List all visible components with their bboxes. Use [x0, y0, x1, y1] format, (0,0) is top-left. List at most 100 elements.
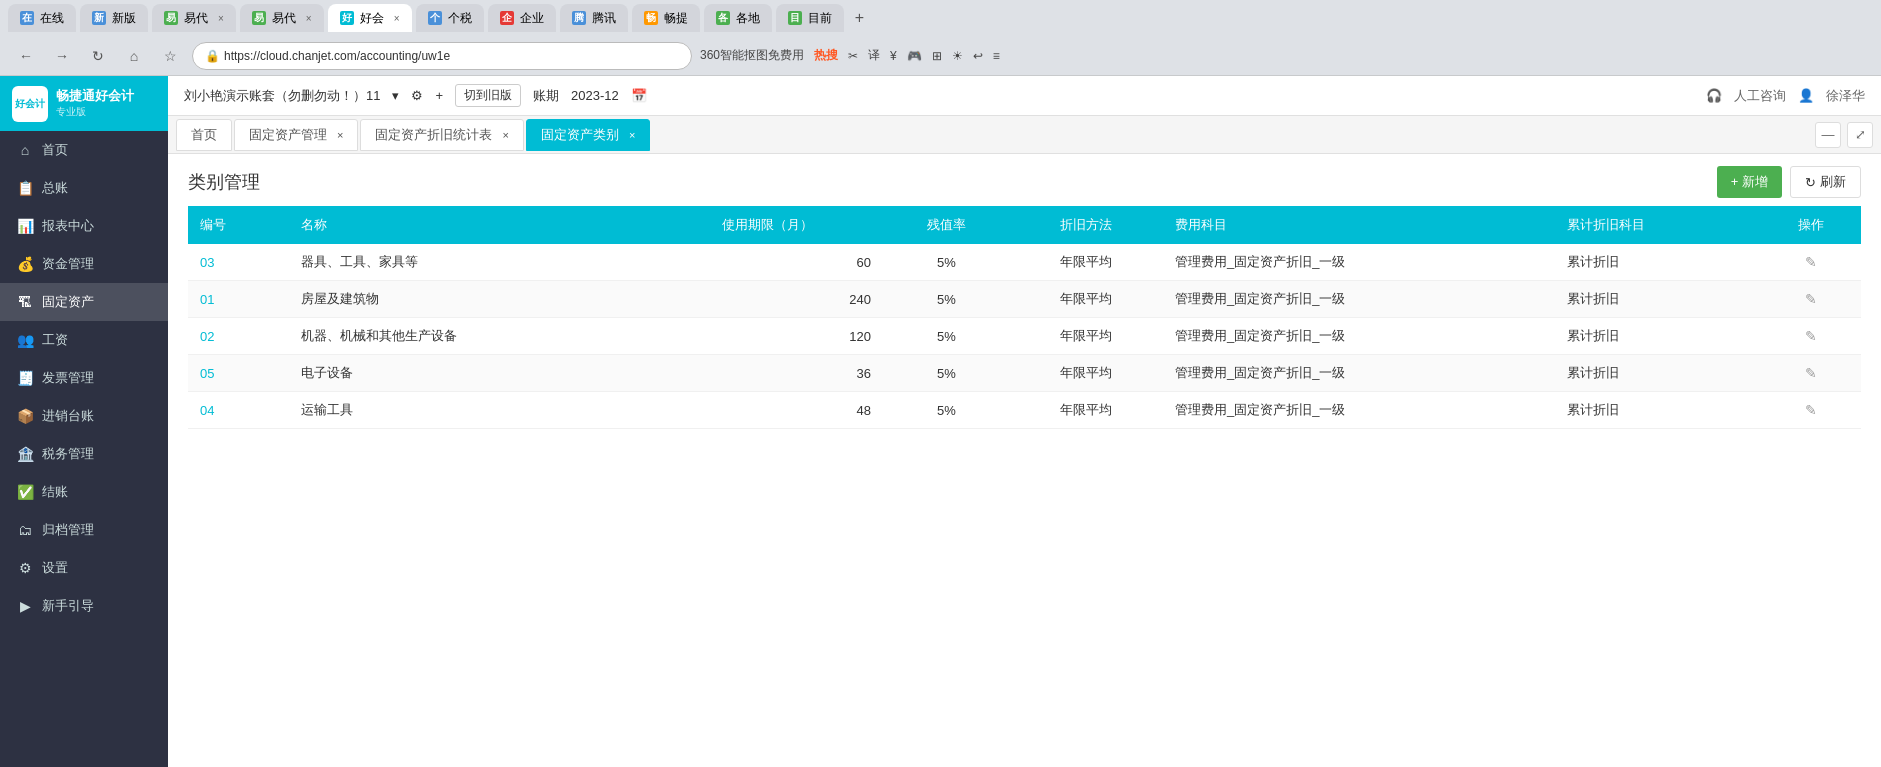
- sidebar-item-reports[interactable]: 📊 报表中心: [0, 207, 168, 245]
- undo-icon[interactable]: ↩: [973, 49, 983, 63]
- back-button[interactable]: ←: [12, 42, 40, 70]
- sidebar-item-guide[interactable]: ▶ 新手引导: [0, 587, 168, 625]
- menu-icon[interactable]: ≡: [993, 49, 1000, 63]
- code-link-4[interactable]: 04: [200, 403, 214, 418]
- grid-icon[interactable]: ⊞: [932, 49, 942, 63]
- browser-tab-yidai2[interactable]: 易 易代 ×: [240, 4, 324, 32]
- tab-fixed-assets-category[interactable]: 固定资产类别 ×: [526, 119, 650, 151]
- cell-code-2: 02: [188, 318, 289, 355]
- th-period: 使用期限（月）: [651, 206, 883, 244]
- cell-method-3: 年限平均: [1010, 355, 1163, 392]
- cell-period-2: 120: [651, 318, 883, 355]
- cell-residual-3: 5%: [883, 355, 1010, 392]
- maximize-window-button[interactable]: ⤢: [1847, 122, 1873, 148]
- sidebar-label-archive: 归档管理: [42, 521, 94, 539]
- game-icon[interactable]: 🎮: [907, 49, 922, 63]
- th-operation: 操作: [1760, 206, 1861, 244]
- tab-depreciation-report[interactable]: 固定资产折旧统计表 ×: [360, 119, 523, 151]
- customer-service-label[interactable]: 人工咨询: [1734, 87, 1786, 105]
- tab-nav-actions: — ⤢: [1815, 122, 1873, 148]
- address-bar-actions: 360智能抠图免费用 热搜 ✂ 译 ¥ 🎮 ⊞ ☀ ↩ ≡: [700, 47, 1000, 64]
- browser-tab-muqian[interactable]: 目 目前: [776, 4, 844, 32]
- translate-icon[interactable]: 译: [868, 47, 880, 64]
- sidebar-item-checkout[interactable]: ✅ 结账: [0, 473, 168, 511]
- edit-button-4[interactable]: ✎: [1805, 402, 1817, 418]
- cell-accumulated-1: 累计折旧: [1555, 281, 1760, 318]
- edit-button-2[interactable]: ✎: [1805, 328, 1817, 344]
- tab-close-fixed-assets-category[interactable]: ×: [629, 129, 635, 141]
- tab-close-haohui[interactable]: ×: [394, 13, 400, 24]
- minimize-window-button[interactable]: —: [1815, 122, 1841, 148]
- main-content: 刘小艳演示账套（勿删勿动！）11 ▾ ⚙ + 切到旧版 账期 2023-12 📅…: [168, 76, 1881, 767]
- code-link-1[interactable]: 01: [200, 292, 214, 307]
- dropdown-icon[interactable]: ▾: [392, 88, 399, 103]
- tab-close-depreciation-report[interactable]: ×: [502, 129, 508, 141]
- cell-name-4: 运输工具: [289, 392, 652, 429]
- browser-tab-xinban[interactable]: 新 新版: [80, 4, 148, 32]
- category-table: 编号 名称 使用期限（月） 残值率 折旧方法 费用科目 累计折旧科目 操作 03…: [188, 206, 1861, 429]
- headset-icon: 🎧: [1706, 88, 1722, 103]
- sidebar-item-settings[interactable]: ⚙ 设置: [0, 549, 168, 587]
- table-row: 01 房屋及建筑物 240 5% 年限平均 管理费用_固定资产折旧_一级 累计折…: [188, 281, 1861, 318]
- sidebar-item-funds[interactable]: 💰 资金管理: [0, 245, 168, 283]
- yuan-icon[interactable]: ¥: [890, 49, 897, 63]
- url-input[interactable]: 🔒 https://cloud.chanjet.com/accounting/u…: [192, 42, 692, 70]
- tab-fixed-assets-mgmt[interactable]: 固定资产管理 ×: [234, 119, 358, 151]
- sidebar-item-purchase-sales[interactable]: 📦 进销台账: [0, 397, 168, 435]
- add-category-button[interactable]: + 新增: [1717, 166, 1782, 198]
- browser-tab-gedi[interactable]: 各 各地: [704, 4, 772, 32]
- tab-close-yidai1[interactable]: ×: [218, 13, 224, 24]
- browser-tab-qiye[interactable]: 企 企业: [488, 4, 556, 32]
- browser-tab-zaixian[interactable]: 在 在线: [8, 4, 76, 32]
- sun-icon[interactable]: ☀: [952, 49, 963, 63]
- settings-gear-icon[interactable]: ⚙: [411, 88, 423, 103]
- edit-button-3[interactable]: ✎: [1805, 365, 1817, 381]
- tax-icon: 🏦: [16, 445, 34, 463]
- cell-method-4: 年限平均: [1010, 392, 1163, 429]
- sidebar-item-fixed-assets[interactable]: 🏗 固定资产: [0, 283, 168, 321]
- logo-icon-text: 好会计: [15, 97, 45, 111]
- sidebar-label-reports: 报表中心: [42, 217, 94, 235]
- sidebar-item-payroll[interactable]: 👥 工资: [0, 321, 168, 359]
- sidebar-item-tax[interactable]: 🏦 税务管理: [0, 435, 168, 473]
- sidebar-item-archive[interactable]: 🗂 归档管理: [0, 511, 168, 549]
- code-link-0[interactable]: 03: [200, 255, 214, 270]
- edit-button-0[interactable]: ✎: [1805, 254, 1817, 270]
- switch-to-old-version-button[interactable]: 切到旧版: [455, 84, 521, 107]
- tab-icon-changjie: 畅: [644, 11, 658, 25]
- add-icon[interactable]: +: [435, 88, 443, 103]
- tab-home[interactable]: 首页: [176, 119, 232, 151]
- browser-tab-tencent[interactable]: 腾 腾讯: [560, 4, 628, 32]
- table-row: 04 运输工具 48 5% 年限平均 管理费用_固定资产折旧_一级 累计折旧 ✎: [188, 392, 1861, 429]
- cell-expense-1: 管理费用_固定资产折旧_一级: [1163, 281, 1555, 318]
- guide-icon: ▶: [16, 597, 34, 615]
- refresh-button[interactable]: ↻ 刷新: [1790, 166, 1861, 198]
- cell-action-0: ✎: [1760, 244, 1861, 281]
- table-row: 02 机器、机械和其他生产设备 120 5% 年限平均 管理费用_固定资产折旧_…: [188, 318, 1861, 355]
- cell-code-3: 05: [188, 355, 289, 392]
- bookmark-button[interactable]: ☆: [156, 42, 184, 70]
- browser-tab-geshui[interactable]: 个 个税: [416, 4, 484, 32]
- sidebar-item-ledger[interactable]: 📋 总账: [0, 169, 168, 207]
- cell-name-3: 电子设备: [289, 355, 652, 392]
- home-icon: ⌂: [16, 141, 34, 159]
- edit-button-1[interactable]: ✎: [1805, 291, 1817, 307]
- code-link-3[interactable]: 05: [200, 366, 214, 381]
- tab-close-yidai2[interactable]: ×: [306, 13, 312, 24]
- code-link-2[interactable]: 02: [200, 329, 214, 344]
- tab-close-fixed-assets-mgmt[interactable]: ×: [337, 129, 343, 141]
- tab-fixed-assets-category-label: 固定资产类别: [541, 126, 619, 144]
- funds-icon: 💰: [16, 255, 34, 273]
- browser-tab-haohui[interactable]: 好 好会 ×: [328, 4, 412, 32]
- forward-button[interactable]: →: [48, 42, 76, 70]
- browser-tab-changjie[interactable]: 畅 畅提: [632, 4, 700, 32]
- url-text: https://cloud.chanjet.com/accounting/uw1…: [224, 49, 450, 63]
- calendar-icon[interactable]: 📅: [631, 88, 647, 103]
- browser-tab-yidai1[interactable]: 易 易代 ×: [152, 4, 236, 32]
- reload-button[interactable]: ↻: [84, 42, 112, 70]
- sidebar-item-home[interactable]: ⌂ 首页: [0, 131, 168, 169]
- cut-icon[interactable]: ✂: [848, 49, 858, 63]
- new-tab-button[interactable]: +: [848, 6, 872, 30]
- sidebar-item-invoice[interactable]: 🧾 发票管理: [0, 359, 168, 397]
- home-button[interactable]: ⌂: [120, 42, 148, 70]
